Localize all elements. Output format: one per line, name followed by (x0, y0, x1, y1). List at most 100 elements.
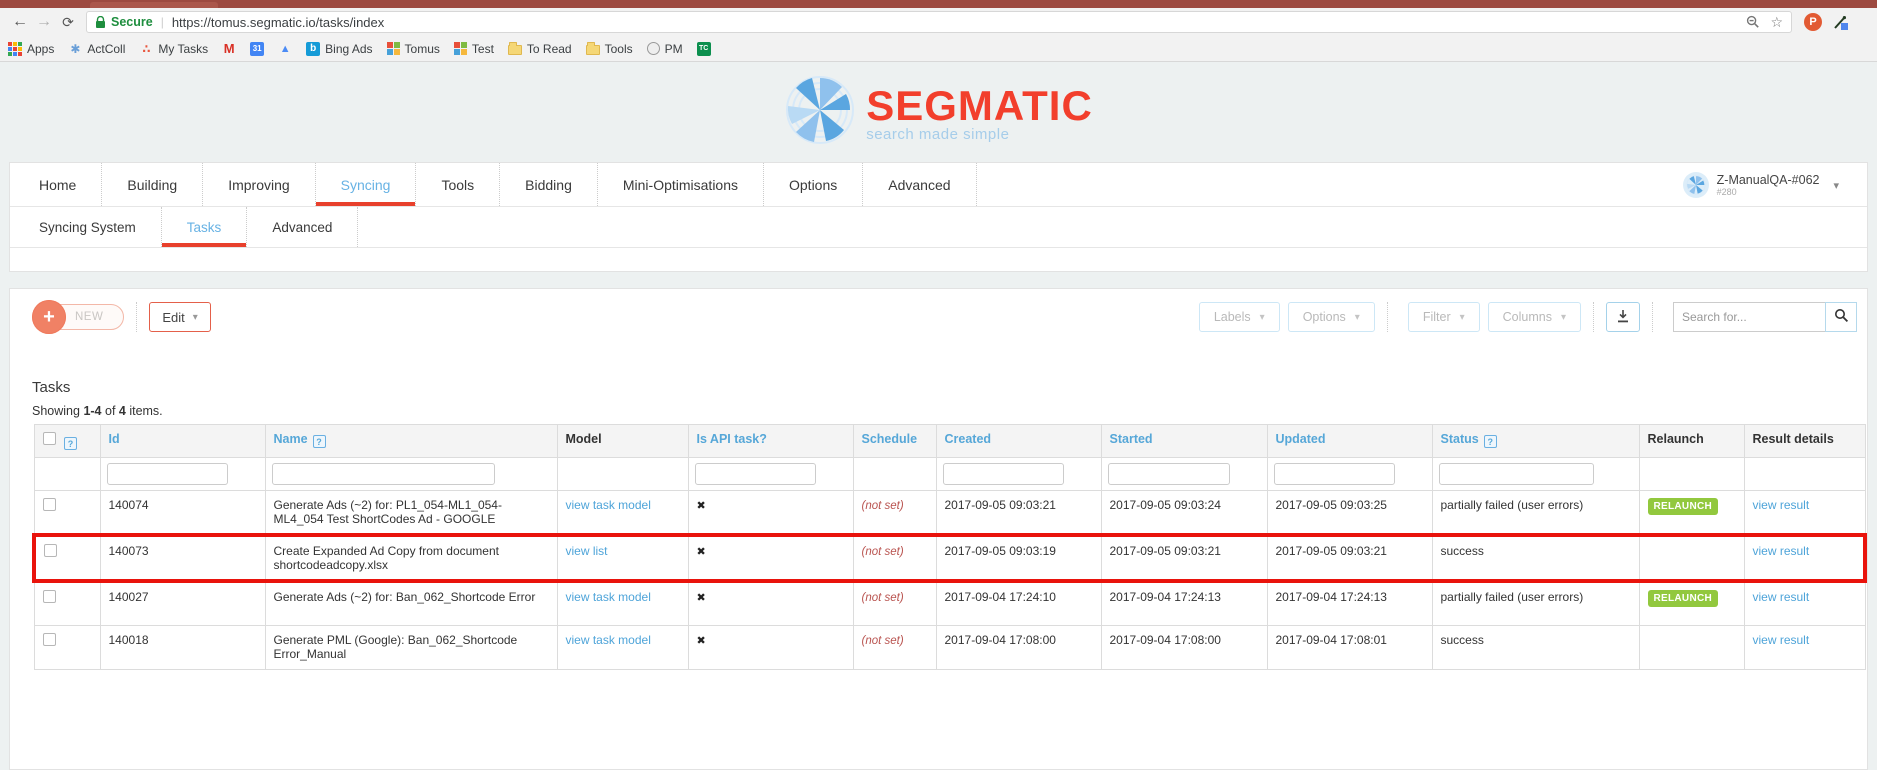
filter-cell-api (687, 457, 854, 491)
view-result-link[interactable]: view result (1753, 544, 1810, 558)
bookmark-apps[interactable]: Apps (8, 41, 54, 56)
help-icon[interactable]: ? (312, 435, 326, 448)
help-icon[interactable]: ? (1483, 435, 1497, 448)
nav-tab-improving[interactable]: Improving (203, 163, 316, 206)
nav-tab-bidding[interactable]: Bidding (500, 163, 598, 206)
sub-nav: Syncing System Tasks Advanced (10, 207, 1867, 248)
search-input[interactable] (1673, 302, 1825, 332)
col-header-id: Id (99, 424, 266, 458)
toolbar-divider (1593, 302, 1594, 332)
cell-updated: 2017-09-04 17:08:01 (1266, 624, 1433, 670)
subnav-tab-syncing-system[interactable]: Syncing System (14, 207, 162, 247)
search-button[interactable] (1825, 302, 1857, 332)
labels-dropdown-button[interactable]: Labels (1198, 302, 1280, 332)
relaunch-badge[interactable]: RELAUNCH (1647, 498, 1719, 515)
filter-cell-name (264, 457, 558, 491)
filter-input-api[interactable] (694, 463, 817, 485)
nav-tab-home[interactable]: Home (14, 163, 103, 206)
filter-input-started[interactable] (1107, 463, 1230, 485)
nav-tab-advanced[interactable]: Advanced (863, 163, 977, 206)
extension-pocket-icon[interactable]: P (1804, 13, 1822, 31)
col-sort-api[interactable]: Is API task? (697, 432, 767, 446)
bookmark-star-icon[interactable]: ☆ (1770, 14, 1783, 31)
filter-input-id[interactable] (106, 463, 229, 485)
user-avatar (1682, 172, 1709, 198)
nav-tab-building[interactable]: Building (102, 163, 204, 206)
browser-active-tab[interactable] (90, 2, 218, 8)
subnav-tab-tasks[interactable]: Tasks (161, 207, 248, 247)
reload-icon[interactable] (56, 11, 80, 33)
bookmark-my-tasks[interactable]: ∴ My Tasks (139, 42, 208, 56)
view-result-link[interactable]: view result (1753, 498, 1810, 512)
col-sort-started[interactable]: Started (1110, 432, 1153, 446)
bookmark-test[interactable]: Test (453, 42, 494, 56)
nav-panel: Home Building Improving Syncing Tools Bidding… (9, 162, 1868, 272)
zoom-out-icon[interactable] (1746, 15, 1760, 29)
filter-input-updated[interactable] (1273, 463, 1396, 485)
col-sort-name[interactable]: Name (274, 432, 308, 446)
col-header-relaunch: Relaunch (1638, 424, 1745, 458)
col-header-started: Started (1100, 424, 1268, 458)
view-task-model-link[interactable]: view task model (566, 590, 651, 604)
nav-tab-mini-optimisations[interactable]: Mini-Optimisations (598, 163, 764, 206)
select-all-checkbox[interactable] (42, 432, 56, 445)
col-sort-schedule[interactable]: Schedule (862, 432, 918, 446)
col-sort-id[interactable]: Id (109, 432, 120, 446)
view-list-link[interactable]: view list (566, 544, 608, 558)
col-sort-created[interactable]: Created (945, 432, 992, 446)
url-text[interactable]: https://tomus.segmatic.io/tasks/index (172, 15, 384, 30)
col-sort-updated[interactable]: Updated (1276, 432, 1326, 446)
bookmark-actcoll[interactable]: ✱ ActColl (68, 42, 125, 56)
view-task-model-link[interactable]: view task model (566, 498, 651, 512)
back-icon[interactable] (8, 11, 32, 33)
relaunch-badge[interactable]: RELAUNCH (1647, 590, 1719, 607)
filter-cell-started (1100, 457, 1268, 491)
bookmark-bing-ads[interactable]: b Bing Ads (306, 41, 373, 56)
help-icon[interactable]: ? (63, 437, 77, 450)
radar-logo-icon (784, 74, 856, 151)
row-checkbox[interactable] (44, 544, 57, 557)
filter-input-status[interactable] (1438, 463, 1594, 485)
bookmark-to-read[interactable]: To Read (507, 42, 572, 56)
not-api-task-icon: ✖ (696, 634, 706, 647)
filter-input-created[interactable] (942, 463, 1065, 485)
cell-status: success (1431, 533, 1640, 583)
download-button[interactable] (1606, 302, 1640, 332)
view-result-link[interactable]: view result (1753, 590, 1810, 604)
nav-tab-syncing[interactable]: Syncing (315, 163, 417, 206)
row-checkbox[interactable] (42, 590, 56, 603)
options-dropdown-button[interactable]: Options (1287, 302, 1375, 332)
address-bar[interactable]: Secure | https://tomus.segmatic.io/tasks… (86, 11, 1792, 33)
site-header: SEGMATIC search made simple (0, 62, 1877, 162)
table-header-row: ? Id Name? Model Is API task? Schedule Created… (33, 424, 1866, 458)
filter-dropdown-button[interactable]: Filter (1407, 302, 1480, 332)
bookmark-tc-green[interactable]: TC (696, 41, 711, 56)
segmatic-logo[interactable]: SEGMATIC search made simple (784, 74, 1093, 151)
address-divider: | (160, 15, 164, 29)
bookmark-tomus[interactable]: Tomus (386, 42, 440, 56)
col-sort-relaunch: Relaunch (1647, 432, 1704, 446)
cell-schedule: (not set) (852, 533, 937, 583)
bookmark-pm[interactable]: PM (646, 42, 683, 56)
bookmark-calendar-31[interactable]: 31 (250, 41, 265, 56)
bookmark-label: My Tasks (158, 41, 209, 56)
table-row: 140073 Create Expanded Ad Copy from docum… (32, 533, 1867, 583)
bookmark-tools[interactable]: Tools (585, 42, 633, 56)
edit-dropdown-button[interactable]: Edit (149, 302, 211, 332)
filter-input-name[interactable] (271, 463, 495, 485)
row-checkbox[interactable] (42, 498, 56, 511)
col-sort-status[interactable]: Status (1441, 432, 1479, 446)
nav-tab-tools[interactable]: Tools (416, 163, 501, 206)
extension-eyedropper-icon[interactable] (1832, 14, 1849, 31)
subnav-tab-advanced[interactable]: Advanced (247, 207, 359, 247)
columns-dropdown-button[interactable]: Columns (1487, 302, 1581, 332)
view-result-link[interactable]: view result (1753, 633, 1810, 647)
user-menu[interactable]: Z-ManualQA-#062 #280 ▾ (1682, 163, 1839, 207)
forward-icon[interactable] (32, 11, 56, 33)
bookmark-gmail-m[interactable]: M (222, 41, 236, 56)
view-task-model-link[interactable]: view task model (566, 633, 651, 647)
new-task-button[interactable]: + NEW (32, 300, 125, 334)
nav-tab-options[interactable]: Options (764, 163, 864, 206)
row-checkbox[interactable] (42, 632, 56, 646)
bookmark-analytics-a[interactable]: ▲ (278, 42, 292, 56)
